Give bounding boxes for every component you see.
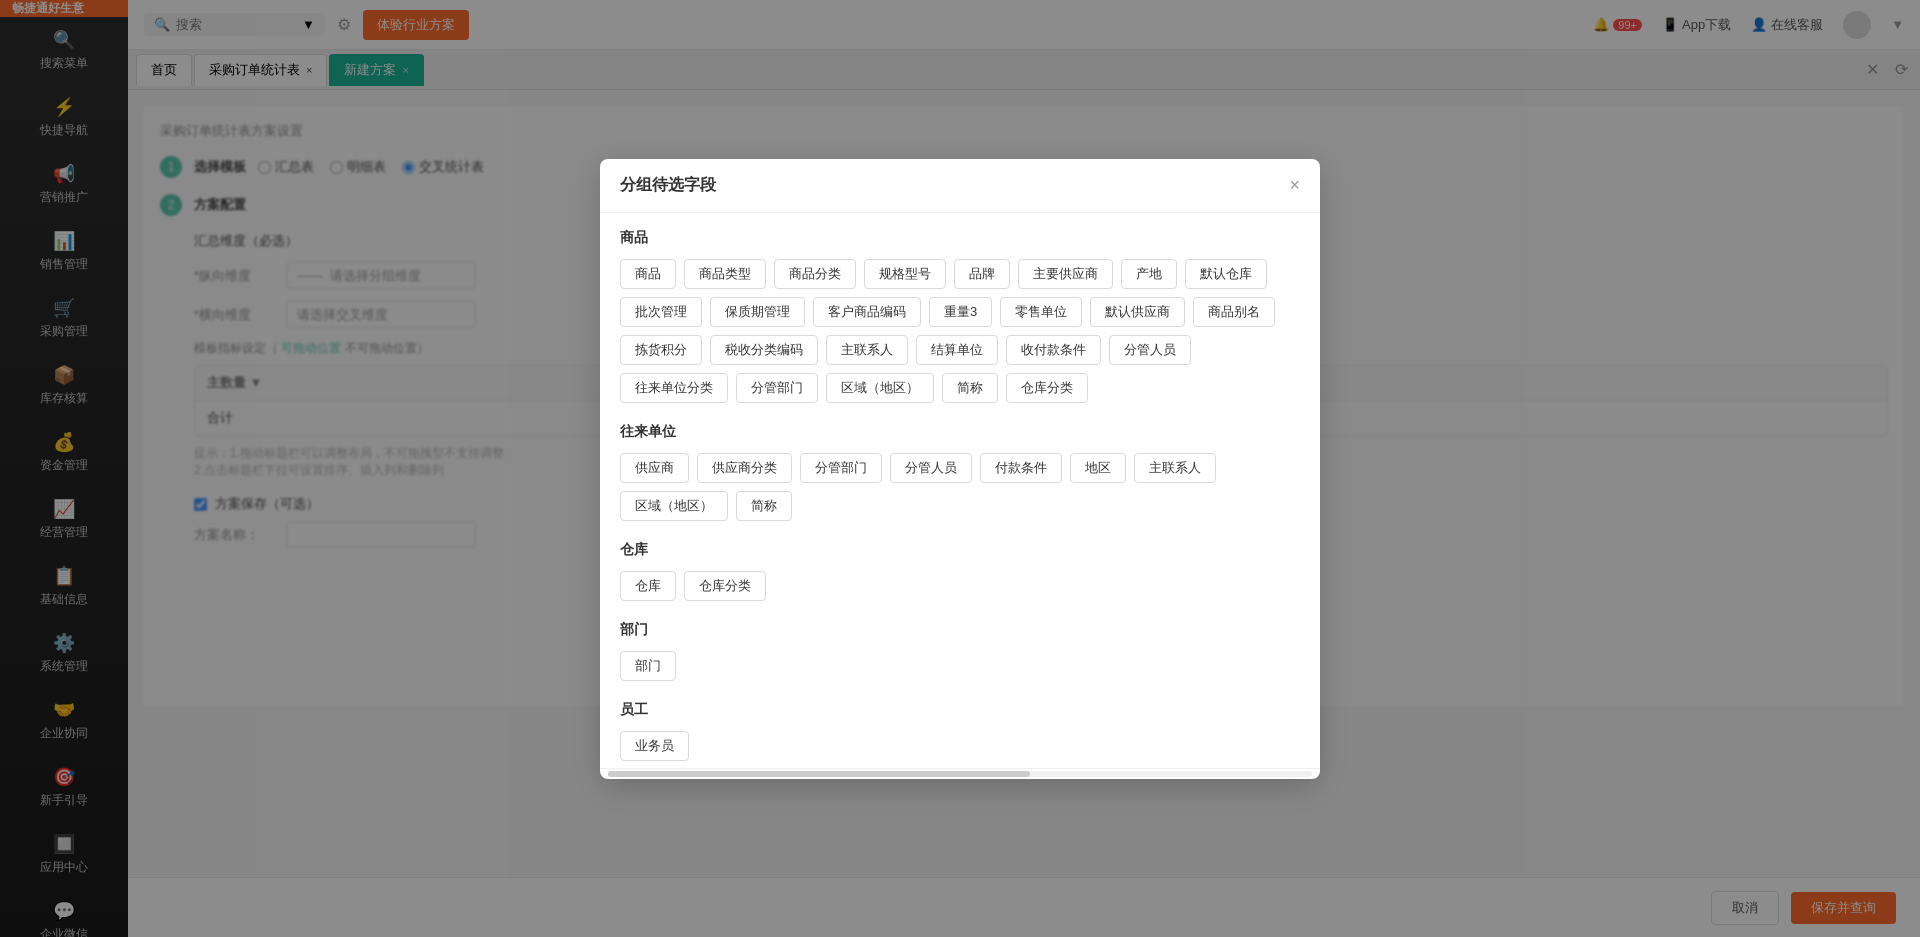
modal-hscroll[interactable] — [600, 768, 1320, 778]
field-tags-warehouse: 仓库仓库分类 — [620, 571, 1300, 601]
field-tag-goods-8[interactable]: 批次管理 — [620, 297, 702, 327]
field-tag-department-0[interactable]: 部门 — [620, 651, 676, 681]
modal-overlay: 分组待选字段 × 商品商品商品类型商品分类规格型号品牌主要供应商产地默认仓库批次… — [0, 0, 1920, 937]
field-tag-partner-6[interactable]: 主联系人 — [1134, 453, 1216, 483]
field-tag-goods-1[interactable]: 商品类型 — [684, 259, 766, 289]
field-tags-employee: 业务员 — [620, 731, 1300, 761]
field-tag-goods-4[interactable]: 品牌 — [954, 259, 1010, 289]
field-tag-goods-24[interactable]: 简称 — [942, 373, 998, 403]
field-tag-goods-23[interactable]: 区域（地区） — [826, 373, 934, 403]
field-tag-goods-15[interactable]: 拣货积分 — [620, 335, 702, 365]
field-tag-goods-12[interactable]: 零售单位 — [1000, 297, 1082, 327]
field-tag-goods-20[interactable]: 分管人员 — [1109, 335, 1191, 365]
field-group-title-partner: 往来单位 — [620, 423, 1300, 441]
field-tag-partner-2[interactable]: 分管部门 — [800, 453, 882, 483]
field-tag-goods-6[interactable]: 产地 — [1121, 259, 1177, 289]
field-tag-goods-17[interactable]: 主联系人 — [826, 335, 908, 365]
field-tags-goods: 商品商品类型商品分类规格型号品牌主要供应商产地默认仓库批次管理保质期管理客户商品… — [620, 259, 1300, 403]
field-tag-goods-16[interactable]: 税收分类编码 — [710, 335, 818, 365]
hscroll-thumb — [608, 771, 1030, 777]
field-tag-goods-22[interactable]: 分管部门 — [736, 373, 818, 403]
field-group-goods: 商品商品商品类型商品分类规格型号品牌主要供应商产地默认仓库批次管理保质期管理客户… — [620, 229, 1300, 403]
field-group-title-employee: 员工 — [620, 701, 1300, 719]
field-tag-goods-10[interactable]: 客户商品编码 — [813, 297, 921, 327]
field-tag-partner-3[interactable]: 分管人员 — [890, 453, 972, 483]
field-group-partner: 往来单位供应商供应商分类分管部门分管人员付款条件地区主联系人区域（地区） 简称 — [620, 423, 1300, 521]
field-group-title-department: 部门 — [620, 621, 1300, 639]
field-tag-goods-25[interactable]: 仓库分类 — [1006, 373, 1088, 403]
field-tag-partner-4[interactable]: 付款条件 — [980, 453, 1062, 483]
modal-close-btn[interactable]: × — [1289, 175, 1300, 196]
hscroll-track — [608, 771, 1312, 777]
field-tag-goods-21[interactable]: 往来单位分类 — [620, 373, 728, 403]
modal-title: 分组待选字段 — [620, 175, 716, 196]
field-tag-goods-13[interactable]: 默认供应商 — [1090, 297, 1185, 327]
field-tag-goods-2[interactable]: 商品分类 — [774, 259, 856, 289]
field-group-department: 部门部门 — [620, 621, 1300, 681]
field-tag-partner-8[interactable]: 简称 — [736, 491, 792, 521]
field-group-employee: 员工业务员 — [620, 701, 1300, 761]
field-tag-partner-1[interactable]: 供应商分类 — [697, 453, 792, 483]
field-group-warehouse: 仓库仓库仓库分类 — [620, 541, 1300, 601]
field-tag-warehouse-0[interactable]: 仓库 — [620, 571, 676, 601]
modal-body: 商品商品商品类型商品分类规格型号品牌主要供应商产地默认仓库批次管理保质期管理客户… — [600, 213, 1320, 769]
field-tag-employee-0[interactable]: 业务员 — [620, 731, 689, 761]
field-tag-goods-7[interactable]: 默认仓库 — [1185, 259, 1267, 289]
field-tag-goods-18[interactable]: 结算单位 — [916, 335, 998, 365]
field-tag-goods-19[interactable]: 收付款条件 — [1006, 335, 1101, 365]
field-tag-partner-0[interactable]: 供应商 — [620, 453, 689, 483]
field-tag-goods-0[interactable]: 商品 — [620, 259, 676, 289]
field-tag-goods-9[interactable]: 保质期管理 — [710, 297, 805, 327]
modal: 分组待选字段 × 商品商品商品类型商品分类规格型号品牌主要供应商产地默认仓库批次… — [600, 159, 1320, 779]
field-tag-warehouse-1[interactable]: 仓库分类 — [684, 571, 766, 601]
field-tag-goods-14[interactable]: 商品别名 — [1193, 297, 1275, 327]
field-tags-department: 部门 — [620, 651, 1300, 681]
modal-header: 分组待选字段 × — [600, 159, 1320, 213]
field-group-title-goods: 商品 — [620, 229, 1300, 247]
field-tags-partner: 供应商供应商分类分管部门分管人员付款条件地区主联系人区域（地区） 简称 — [620, 453, 1300, 521]
field-tag-goods-11[interactable]: 重量3 — [929, 297, 992, 327]
field-tag-partner-7[interactable]: 区域（地区） — [620, 491, 728, 521]
field-tag-goods-3[interactable]: 规格型号 — [864, 259, 946, 289]
field-tag-partner-5[interactable]: 地区 — [1070, 453, 1126, 483]
field-tag-goods-5[interactable]: 主要供应商 — [1018, 259, 1113, 289]
field-group-title-warehouse: 仓库 — [620, 541, 1300, 559]
